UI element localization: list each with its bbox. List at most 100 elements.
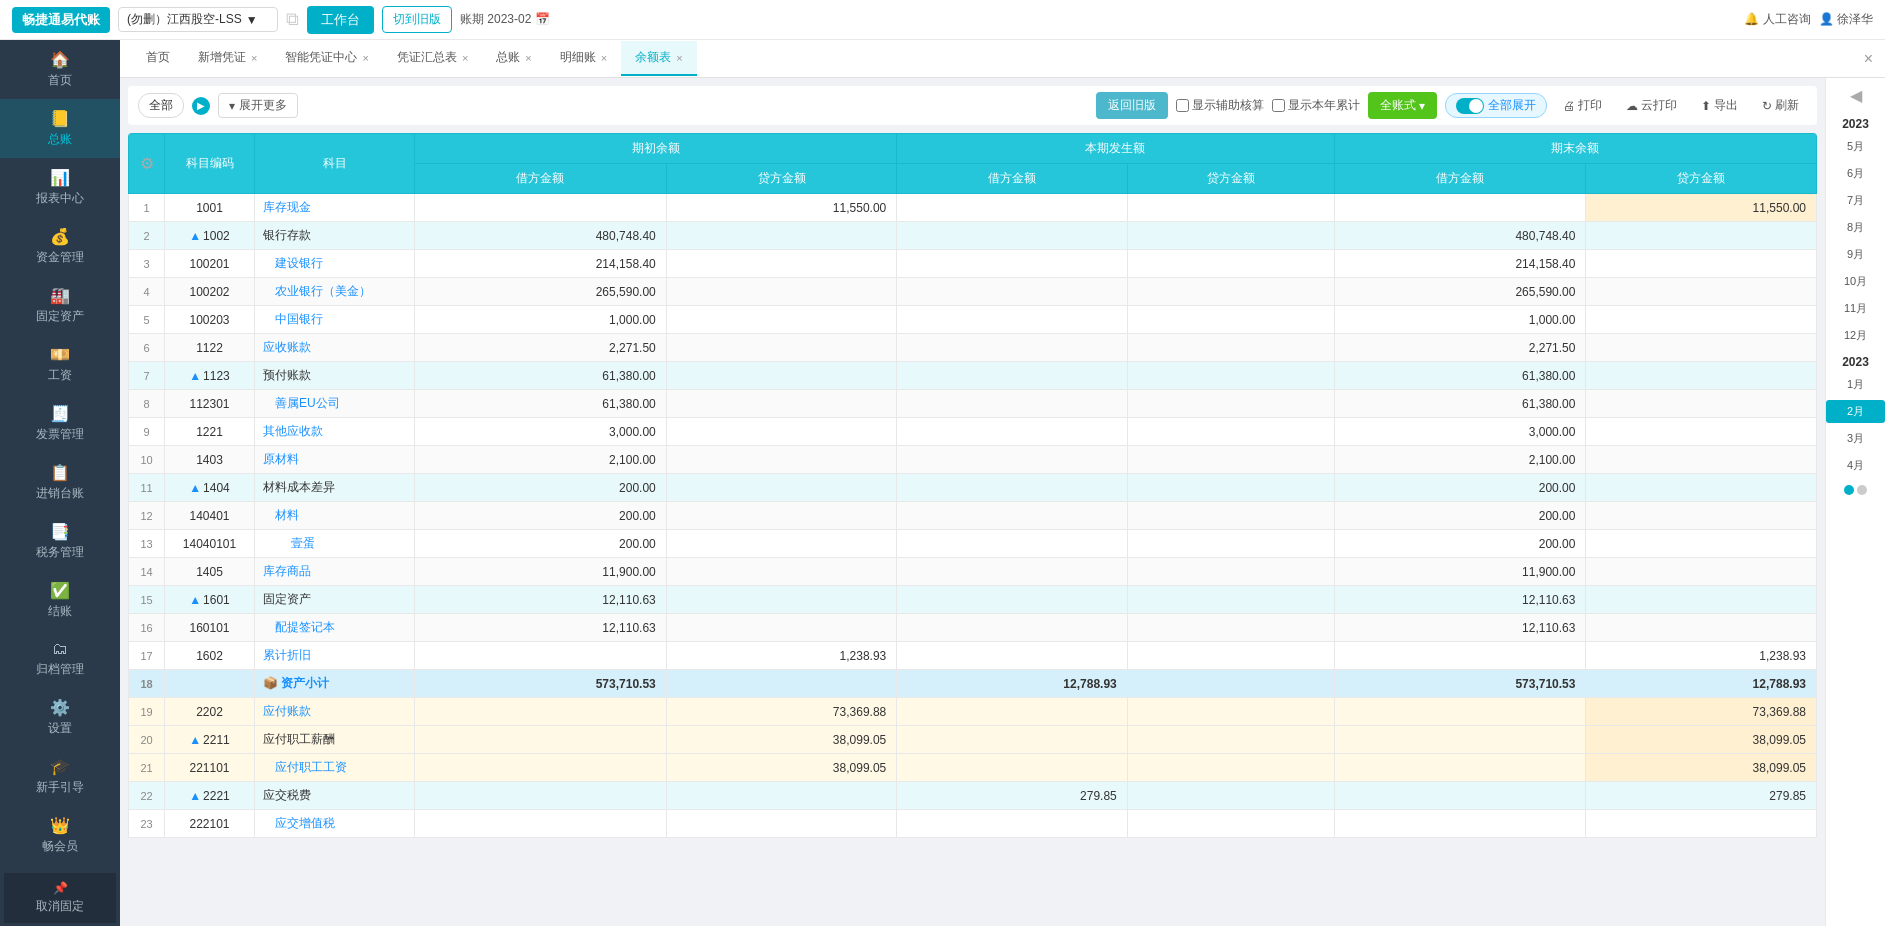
month-item-4[interactable]: 4月	[1826, 454, 1885, 477]
row-name[interactable]: 原材料	[255, 446, 415, 474]
format-button[interactable]: 全账式 ▾	[1368, 92, 1437, 119]
company-selector[interactable]: (勿删）江西股空-LSS ▼	[118, 7, 278, 32]
row-name[interactable]: 材料	[255, 502, 415, 530]
tab-general-ledger[interactable]: 总账 ×	[482, 41, 545, 76]
tab-detail-ledger-close[interactable]: ×	[601, 52, 607, 64]
subject-link[interactable]: 农业银行（美金）	[275, 284, 371, 298]
sidebar-item-fixed[interactable]: 🏭 固定资产	[0, 276, 120, 335]
row-name[interactable]: 银行存款	[255, 222, 415, 250]
subject-link[interactable]: 善属EU公司	[275, 396, 340, 410]
subject-link[interactable]: 中国银行	[275, 312, 323, 326]
subject-link[interactable]: 建设银行	[275, 256, 323, 270]
cancel-fixed-button[interactable]: 📌 取消固定	[4, 873, 116, 923]
gear-icon[interactable]: ⚙	[140, 155, 154, 172]
show-ytd-checkbox[interactable]: 显示本年累计	[1272, 97, 1360, 114]
right-panel-toggle[interactable]: ◀	[1850, 86, 1862, 105]
row-name[interactable]: 配提签记本	[255, 614, 415, 642]
expand-icon[interactable]: ▲	[189, 369, 201, 383]
row-name[interactable]: 应交增值税	[255, 810, 415, 838]
expand-icon[interactable]: ▲	[189, 229, 201, 243]
sidebar-item-member[interactable]: 👑 畅会员	[0, 806, 120, 865]
row-name[interactable]: 库存商品	[255, 558, 415, 586]
row-name[interactable]: 应付职工薪酬	[255, 726, 415, 754]
refresh-button[interactable]: ↻ 刷新	[1754, 94, 1807, 117]
row-name[interactable]: 中国银行	[255, 306, 415, 334]
return-old-version-button[interactable]: 返回旧版	[1096, 92, 1168, 119]
tab-smart-center[interactable]: 智能凭证中心 ×	[271, 41, 382, 76]
row-name[interactable]: 库存现金	[255, 194, 415, 222]
user-avatar[interactable]: 👤 徐泽华	[1819, 11, 1873, 28]
row-name[interactable]: 应付职工工资	[255, 754, 415, 782]
tab-general-ledger-close[interactable]: ×	[525, 52, 531, 64]
expand-all-toggle[interactable]: 全部展开	[1445, 93, 1547, 118]
export-button[interactable]: ⬆ 导出	[1693, 94, 1746, 117]
sidebar-item-home[interactable]: 🏠 首页	[0, 40, 120, 99]
sidebar-item-invoice[interactable]: 🧾 发票管理	[0, 394, 120, 453]
month-item-9[interactable]: 9月	[1826, 243, 1885, 266]
subject-link[interactable]: 库存商品	[263, 564, 311, 578]
filter-arrow-button[interactable]: ▶	[192, 97, 210, 115]
expand-icon[interactable]: ▲	[189, 733, 201, 747]
subject-link[interactable]: 其他应收款	[263, 424, 323, 438]
copy-icon[interactable]: ⧉	[286, 9, 299, 30]
consult-btn[interactable]: 🔔 人工咨询	[1744, 11, 1810, 28]
month-item-5[interactable]: 5月	[1826, 135, 1885, 158]
sidebar-item-checkout[interactable]: ✅ 结账	[0, 571, 120, 630]
subject-link[interactable]: 应付职工工资	[275, 760, 347, 774]
month-item-2[interactable]: 2月	[1826, 400, 1885, 423]
tab-new-voucher[interactable]: 新增凭证 ×	[184, 41, 271, 76]
month-item-3[interactable]: 3月	[1826, 427, 1885, 450]
subject-link[interactable]: 应交增值税	[275, 816, 335, 830]
tab-smart-center-close[interactable]: ×	[362, 52, 368, 64]
month-item-8[interactable]: 8月	[1826, 216, 1885, 239]
aux-checkbox-input[interactable]	[1176, 99, 1189, 112]
sidebar-item-report[interactable]: 📊 报表中心	[0, 158, 120, 217]
th-settings[interactable]: ⚙	[129, 134, 165, 194]
expand-icon[interactable]: ▲	[189, 789, 201, 803]
row-name[interactable]: 材料成本差异	[255, 474, 415, 502]
row-name[interactable]: 应付账款	[255, 698, 415, 726]
show-aux-checkbox[interactable]: 显示辅助核算	[1176, 97, 1264, 114]
subject-link[interactable]: 材料	[275, 508, 299, 522]
sidebar-item-guide[interactable]: 🎓 新手引导	[0, 747, 120, 806]
sidebar-item-archive[interactable]: 🗂 归档管理	[0, 630, 120, 688]
workbench-button[interactable]: 工作台	[307, 6, 374, 34]
subject-link[interactable]: 壹蛋	[291, 536, 315, 550]
subject-link[interactable]: 应付账款	[263, 704, 311, 718]
sidebar-item-settings[interactable]: ⚙️ 设置	[0, 688, 120, 747]
subject-link[interactable]: 应收账款	[263, 340, 311, 354]
tab-balance-sheet[interactable]: 余额表 ×	[621, 41, 696, 76]
sidebar-item-ledger[interactable]: 📒 总账	[0, 99, 120, 158]
row-name[interactable]: 累计折旧	[255, 642, 415, 670]
month-item-1[interactable]: 1月	[1826, 373, 1885, 396]
month-item-6[interactable]: 6月	[1826, 162, 1885, 185]
month-item-10[interactable]: 10月	[1826, 270, 1885, 293]
expand-more-button[interactable]: ▾ 展开更多	[218, 93, 298, 118]
tab-balance-sheet-close[interactable]: ×	[676, 52, 682, 64]
row-name[interactable]: 应交税费	[255, 782, 415, 810]
row-name[interactable]: 壹蛋	[255, 530, 415, 558]
sidebar-item-tax[interactable]: 📑 税务管理	[0, 512, 120, 571]
sidebar-item-assets[interactable]: 💰 资金管理	[0, 217, 120, 276]
sidebar-item-salary[interactable]: 💴 工资	[0, 335, 120, 394]
row-name[interactable]: 农业银行（美金）	[255, 278, 415, 306]
month-item-12[interactable]: 12月	[1826, 324, 1885, 347]
row-name[interactable]: 建设银行	[255, 250, 415, 278]
expand-icon[interactable]: ▲	[189, 481, 201, 495]
row-name[interactable]: 其他应收款	[255, 418, 415, 446]
tab-detail-ledger[interactable]: 明细账 ×	[546, 41, 621, 76]
tab-new-voucher-close[interactable]: ×	[251, 52, 257, 64]
subject-link[interactable]: 配提签记本	[275, 620, 335, 634]
table-scroll[interactable]: ⚙ 科目编码 科目 期初余额 本期发生额 期末余额 借方金额	[128, 133, 1817, 918]
subject-link[interactable]: 库存现金	[263, 200, 311, 214]
row-name[interactable]: 固定资产	[255, 586, 415, 614]
row-name[interactable]: 📦 资产小计	[255, 670, 415, 698]
subject-link[interactable]: 原材料	[263, 452, 299, 466]
month-item-11[interactable]: 11月	[1826, 297, 1885, 320]
row-name[interactable]: 预付账款	[255, 362, 415, 390]
tab-voucher-summary[interactable]: 凭证汇总表 ×	[383, 41, 482, 76]
tab-voucher-summary-close[interactable]: ×	[462, 52, 468, 64]
ytd-checkbox-input[interactable]	[1272, 99, 1285, 112]
print-button[interactable]: 🖨 打印	[1555, 94, 1610, 117]
switch-version-button[interactable]: 切到旧版	[382, 6, 452, 33]
